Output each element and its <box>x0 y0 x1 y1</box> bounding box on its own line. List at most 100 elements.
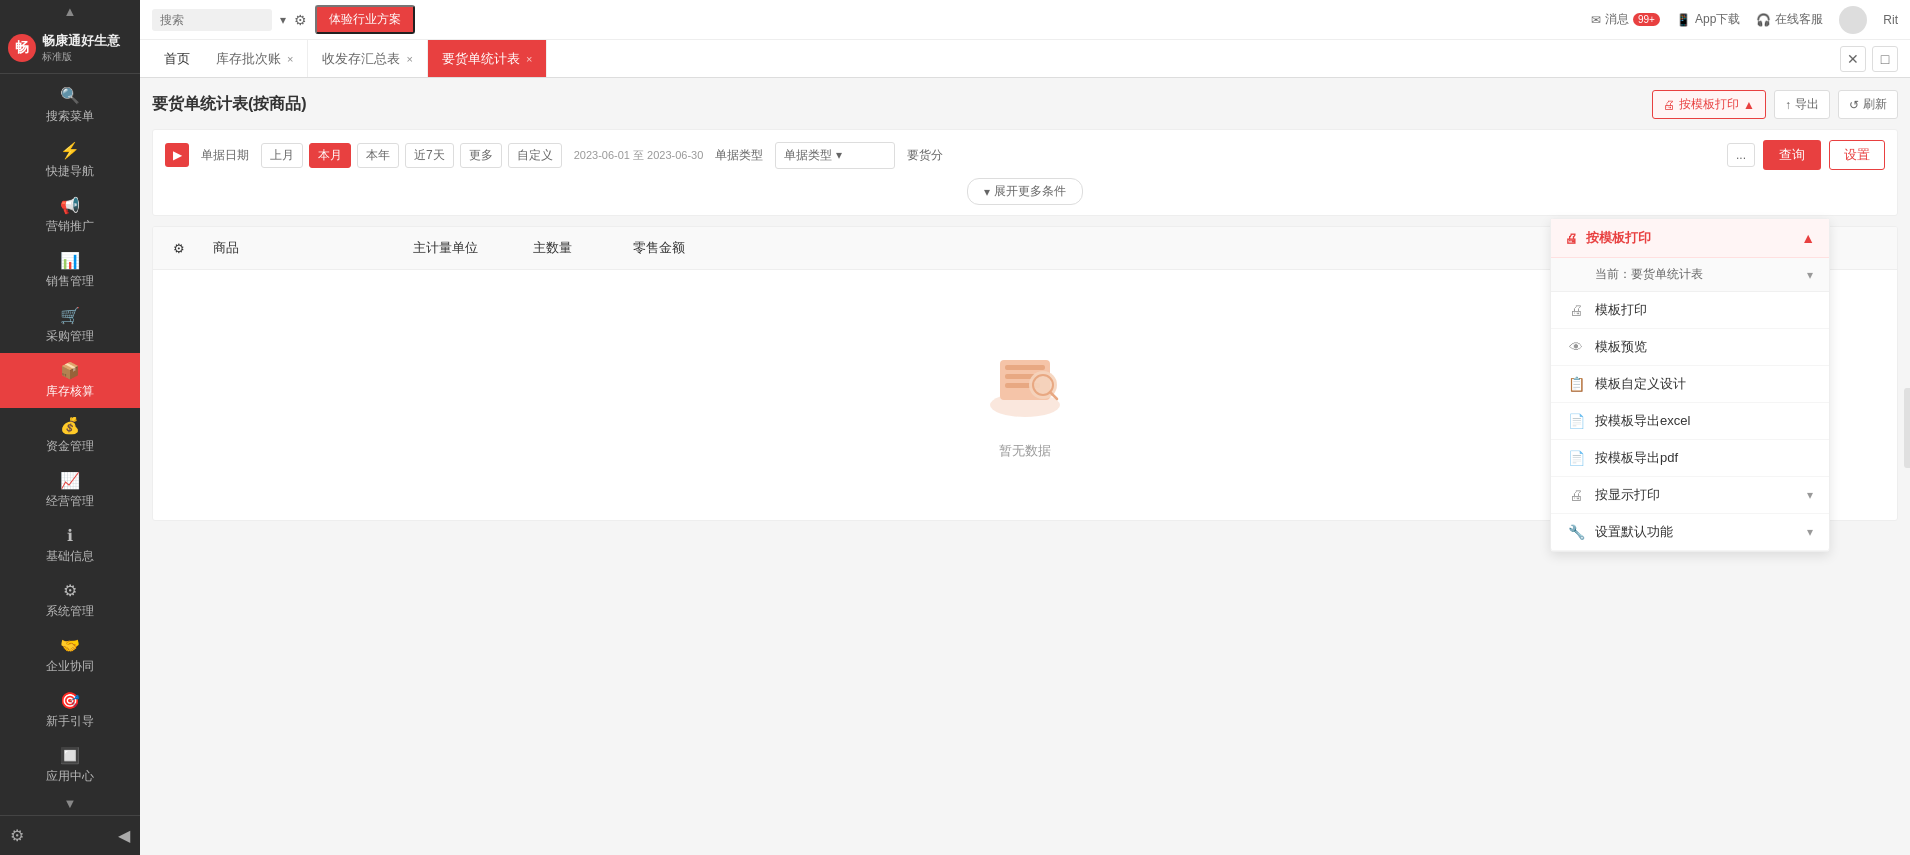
tab-order-stats[interactable]: 要货单统计表 × <box>428 40 547 77</box>
page-actions: 🖨 按模板打印 ▲ ↑ 导出 ↺ 刷新 <box>1652 90 1898 119</box>
sidebar-scroll-down[interactable]: ▼ <box>0 792 140 815</box>
quick-nav-icon: ⚡ <box>60 141 80 160</box>
category-filter-label: 要货分 <box>907 147 943 164</box>
dropdown-default-func[interactable]: 🔧 设置默认功能 ▾ <box>1551 514 1829 551</box>
date-btn-more[interactable]: 更多 <box>460 143 502 168</box>
th-settings[interactable]: ⚙ <box>165 237 205 260</box>
select-dropdown-icon: ▾ <box>836 148 842 162</box>
date-btn-last-month[interactable]: 上月 <box>261 143 303 168</box>
inventory-icon: 📦 <box>60 361 80 380</box>
tab-close-inventory-batch[interactable]: × <box>287 53 293 65</box>
dropdown-template-design[interactable]: 📋 模板自定义设计 <box>1551 366 1829 403</box>
filter-expand-icon[interactable]: ▶ <box>165 143 189 167</box>
tab-close-income-summary[interactable]: × <box>406 53 412 65</box>
collapse-icon[interactable]: ◀ <box>118 826 130 845</box>
filter-expand-row: ▾ 展开更多条件 <box>165 178 1885 205</box>
date-filter-label: 单据日期 <box>201 147 249 164</box>
sidebar-item-marketing[interactable]: 📢 营销推广 <box>0 188 140 243</box>
dropdown-export-pdf[interactable]: 📄 按模板导出pdf <box>1551 440 1829 477</box>
promo-button[interactable]: 体验行业方案 <box>315 5 415 34</box>
date-range-display: 2023-06-01 至 2023-06-30 <box>574 148 704 163</box>
search-input[interactable] <box>152 9 272 31</box>
sidebar: ▲ 畅 畅康通好生意 标准版 🔍 搜索菜单 ⚡ 快捷导航 📢 营销推广 📊 销售… <box>0 0 140 855</box>
dropdown-template-print[interactable]: 🖨 模板打印 <box>1551 292 1829 329</box>
export-icon: ↑ <box>1785 98 1791 112</box>
sidebar-item-basic[interactable]: ℹ 基础信息 <box>0 518 140 573</box>
export-button[interactable]: ↑ 导出 <box>1774 90 1830 119</box>
more-options-button[interactable]: ... <box>1727 143 1755 167</box>
date-filter-group: 上月 本月 本年 近7天 更多 自定义 <box>261 143 562 168</box>
print-header-icon: 🖨 <box>1565 231 1578 246</box>
topbar-gear-icon[interactable]: ⚙ <box>294 12 307 28</box>
user-name[interactable]: Rit <box>1883 13 1898 27</box>
refresh-button[interactable]: ↺ 刷新 <box>1838 90 1898 119</box>
svg-rect-2 <box>1005 365 1045 370</box>
dropdown-current-template[interactable]: 当前：要货单统计表 ▾ <box>1551 258 1829 292</box>
sidebar-item-appstore[interactable]: 🔲 应用中心 <box>0 738 140 792</box>
app-download-item[interactable]: 📱 App下载 <box>1676 11 1740 28</box>
tab-close-order-stats[interactable]: × <box>526 53 532 65</box>
tab-close-all-button[interactable]: ✕ <box>1840 46 1866 72</box>
sidebar-item-operations[interactable]: 📈 经营管理 <box>0 463 140 518</box>
date-btn-custom[interactable]: 自定义 <box>508 143 562 168</box>
basic-icon: ℹ <box>67 526 73 545</box>
page-content: 要货单统计表(按商品) 🖨 按模板打印 ▲ ↑ 导出 ↺ 刷新 <box>140 78 1910 855</box>
print-icon: 🖨 <box>1663 98 1675 112</box>
sidebar-item-finance[interactable]: 💰 资金管理 <box>0 408 140 463</box>
settings-button[interactable]: 设置 <box>1829 140 1885 170</box>
print-dropdown-header[interactable]: 🖨 按模板打印 ▲ <box>1551 219 1829 258</box>
tabs-actions: ✕ □ <box>1840 46 1898 72</box>
date-btn-this-year[interactable]: 本年 <box>357 143 399 168</box>
app-logo-text: 畅康通好生意 标准版 <box>42 33 120 63</box>
topbar: ▾ ⚙ 体验行业方案 ✉ 消息 99+ 📱 App下载 🎧 在线客服 Rit <box>140 0 1910 40</box>
topbar-dropdown-icon[interactable]: ▾ <box>280 13 286 27</box>
dropdown-export-excel[interactable]: 📄 按模板导出excel <box>1551 403 1829 440</box>
print-dropdown-close-icon[interactable]: ▲ <box>1801 230 1815 246</box>
sidebar-bottom: ⚙ ◀ <box>0 815 140 855</box>
messages-item[interactable]: ✉ 消息 99+ <box>1591 11 1660 28</box>
date-btn-7days[interactable]: 近7天 <box>405 143 454 168</box>
print-dropdown-toggle-icon: ▲ <box>1743 98 1755 112</box>
th-retail-amount: 零售金额 <box>625 235 725 261</box>
settings-bottom-icon[interactable]: ⚙ <box>10 826 24 845</box>
sidebar-logo: 畅 畅康通好生意 标准版 <box>0 23 140 74</box>
sidebar-item-search[interactable]: 🔍 搜索菜单 <box>0 78 140 133</box>
date-btn-this-month[interactable]: 本月 <box>309 143 351 168</box>
template-preview-icon: 👁 <box>1567 339 1585 355</box>
default-func-icon: 🔧 <box>1567 524 1585 540</box>
dropdown-template-preview[interactable]: 👁 模板预览 <box>1551 329 1829 366</box>
print-template-button[interactable]: 🖨 按模板打印 ▲ <box>1652 90 1766 119</box>
sales-icon: 📊 <box>60 251 80 270</box>
enterprise-icon: 🤝 <box>60 636 80 655</box>
tab-maximize-button[interactable]: □ <box>1872 46 1898 72</box>
sidebar-item-purchase[interactable]: 🛒 采购管理 <box>0 298 140 353</box>
empty-illustration <box>975 330 1075 430</box>
finance-icon: 💰 <box>60 416 80 435</box>
expand-more-conditions-button[interactable]: ▾ 展开更多条件 <box>967 178 1083 205</box>
tab-home[interactable]: 首页 <box>152 50 202 68</box>
expand-chevron-icon: ▾ <box>984 185 990 199</box>
messages-badge: 99+ <box>1633 13 1660 26</box>
sidebar-item-sales[interactable]: 📊 销售管理 <box>0 243 140 298</box>
appstore-icon: 🔲 <box>60 746 80 765</box>
sidebar-item-inventory[interactable]: 📦 库存核算 <box>0 353 140 408</box>
sidebar-item-guide[interactable]: 🎯 新手引导 <box>0 683 140 738</box>
type-filter-label: 单据类型 <box>715 147 763 164</box>
export-excel-icon: 📄 <box>1567 413 1585 429</box>
sidebar-item-system[interactable]: ⚙ 系统管理 <box>0 573 140 628</box>
dropdown-display-print[interactable]: 🖨 按显示打印 ▾ <box>1551 477 1829 514</box>
right-scroll-handle[interactable] <box>1904 388 1910 468</box>
sidebar-item-quick-nav[interactable]: ⚡ 快捷导航 <box>0 133 140 188</box>
tab-inventory-batch[interactable]: 库存批次账 × <box>202 40 308 77</box>
sidebar-scroll-up[interactable]: ▲ <box>0 0 140 23</box>
online-support-item[interactable]: 🎧 在线客服 <box>1756 11 1823 28</box>
type-filter-select[interactable]: 单据类型 ▾ <box>775 142 895 169</box>
th-product: 商品 <box>205 235 405 261</box>
default-func-arrow-icon: ▾ <box>1807 525 1813 539</box>
svg-rect-3 <box>1005 374 1035 379</box>
empty-text: 暂无数据 <box>999 442 1051 460</box>
column-settings-icon[interactable]: ⚙ <box>173 241 185 256</box>
tab-income-summary[interactable]: 收发存汇总表 × <box>308 40 427 77</box>
query-button[interactable]: 查询 <box>1763 140 1821 170</box>
sidebar-item-enterprise[interactable]: 🤝 企业协同 <box>0 628 140 683</box>
